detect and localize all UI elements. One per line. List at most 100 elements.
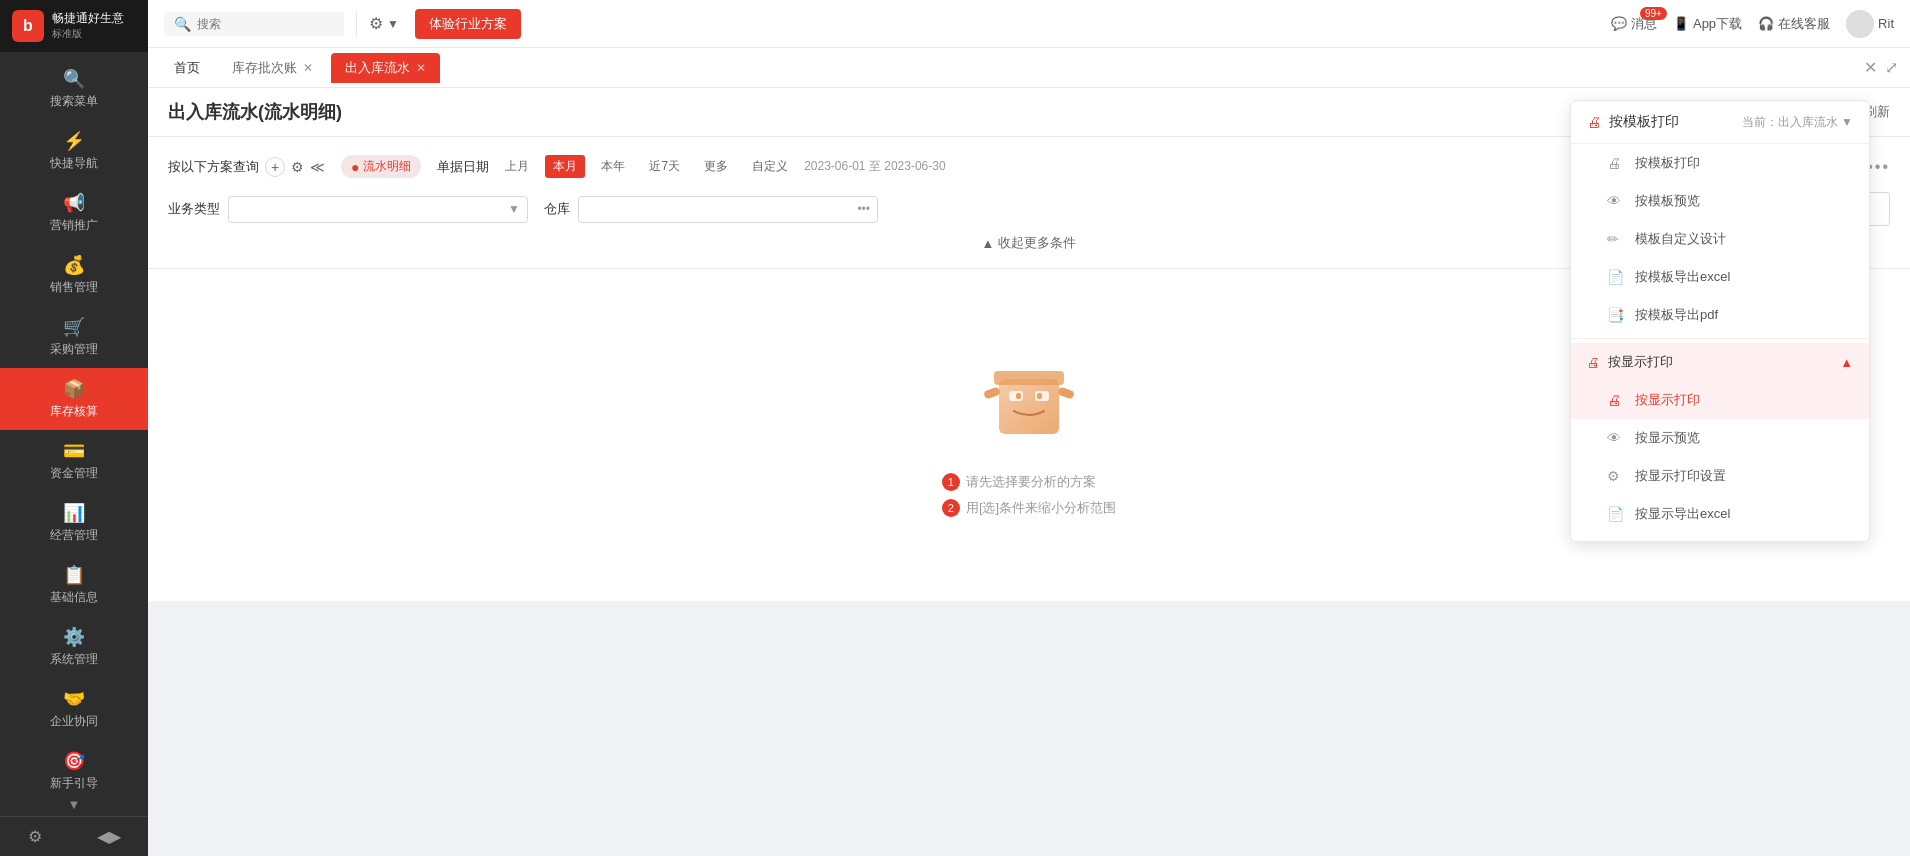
tabbar: 首页 库存批次账 ✕ 出入库流水 ✕ ✕ ⤢ bbox=[148, 48, 1910, 88]
more-date-btn[interactable]: 更多 bbox=[696, 155, 736, 178]
online-service-btn[interactable]: 🎧 在线客服 bbox=[1758, 15, 1830, 33]
svg-rect-4 bbox=[1016, 393, 1021, 399]
collapse-btn[interactable]: ▲ 收起更多条件 bbox=[982, 234, 1077, 252]
system-icon: ⚙️ bbox=[63, 626, 85, 648]
sidebar-footer: ⚙ ◀▶ bbox=[0, 816, 148, 856]
sidebar-item-guide[interactable]: 🎯 新手引导 bbox=[0, 740, 148, 793]
sub-printer-icon: 🖨 bbox=[1607, 155, 1625, 171]
tab-close-inventory-batch[interactable]: ✕ bbox=[303, 61, 313, 75]
dropdown-display-print[interactable]: 🖨 按显示打印 bbox=[1571, 381, 1869, 419]
logo-text: 畅捷通好生意 标准版 bbox=[52, 11, 124, 41]
sidebar-item-quick-nav[interactable]: ⚡ 快捷导航 bbox=[0, 120, 148, 182]
user-avatar-btn[interactable]: Rit bbox=[1846, 10, 1894, 38]
chevron-up-icon2: ▲ bbox=[982, 236, 995, 251]
sidebar-item-operation[interactable]: 📊 经营管理 bbox=[0, 492, 148, 554]
svg-rect-7 bbox=[1057, 387, 1075, 400]
dropdown-display-header[interactable]: 🖨 按显示打印 ▲ bbox=[1571, 343, 1869, 381]
topbar-settings-icon[interactable]: ⚙ bbox=[369, 14, 383, 33]
sidebar-item-search[interactable]: 🔍 搜索菜单 bbox=[0, 58, 148, 120]
tab-home[interactable]: 首页 bbox=[160, 53, 214, 83]
warehouse-dots-icon[interactable]: ••• bbox=[857, 202, 870, 216]
business-type-select[interactable] bbox=[228, 196, 528, 223]
empty-tip-row-1: 1 请先选择要分析的方案 bbox=[942, 469, 1116, 495]
empty-tip: 1 请先选择要分析的方案 2 用[选]条件来缩小分析范围 bbox=[942, 469, 1116, 521]
svg-rect-5 bbox=[1037, 393, 1042, 399]
guide-icon: 🎯 bbox=[63, 750, 85, 772]
message-btn[interactable]: 💬 消息 99+ bbox=[1611, 15, 1657, 33]
chevron-down-icon: ▼ bbox=[1841, 115, 1853, 129]
tab-close-inout-flow[interactable]: ✕ bbox=[416, 61, 426, 75]
current-year-btn[interactable]: 本年 bbox=[593, 155, 633, 178]
custom-date-btn[interactable]: 自定义 bbox=[744, 155, 796, 178]
expand-icon[interactable]: ⤢ bbox=[1885, 58, 1898, 77]
display-sub-printer-icon: 🖨 bbox=[1607, 392, 1625, 408]
collapse-sidebar-icon[interactable]: ◀▶ bbox=[97, 827, 121, 846]
sidebar-item-inventory[interactable]: 📦 库存核算 bbox=[0, 368, 148, 430]
topbar-dropdown-icon[interactable]: ▼ bbox=[387, 17, 399, 31]
sidebar-item-marketing[interactable]: 📢 营销推广 bbox=[0, 182, 148, 244]
filter-settings-icon[interactable]: ⚙ bbox=[291, 159, 304, 175]
settings-icon[interactable]: ⚙ bbox=[28, 827, 42, 846]
topbar-search: 🔍 bbox=[164, 12, 344, 36]
display-sub-preview-icon: 👁 bbox=[1607, 430, 1625, 446]
sidebar-nav: 🔍 搜索菜单 ⚡ 快捷导航 📢 营销推广 💰 销售管理 🛒 采购管理 📦 库存核… bbox=[0, 52, 148, 793]
print-icon: 🖨 bbox=[1587, 114, 1601, 130]
filter-tag: ● 流水明细 bbox=[341, 155, 421, 178]
dropdown-template-header[interactable]: 🖨 按模板打印 当前：出入库流水 ▼ bbox=[1571, 101, 1869, 144]
close-tab-icon[interactable]: ✕ bbox=[1864, 58, 1877, 77]
display-sub-excel-icon: 📄 bbox=[1607, 506, 1625, 522]
display-print-icon: 🖨 bbox=[1587, 355, 1600, 370]
sidebar-item-system[interactable]: ⚙️ 系统管理 bbox=[0, 616, 148, 678]
dropdown-display-settings[interactable]: ⚙ 按显示打印设置 bbox=[1571, 457, 1869, 495]
inventory-icon: 📦 bbox=[63, 378, 85, 400]
tab-inventory-batch[interactable]: 库存批次账 ✕ bbox=[218, 53, 327, 83]
message-icon: 💬 bbox=[1611, 16, 1627, 31]
tabbar-actions: ✕ ⤢ bbox=[1864, 58, 1898, 77]
dropdown-display-export-excel[interactable]: 📄 按显示导出excel bbox=[1571, 495, 1869, 533]
topbar-divider bbox=[356, 12, 357, 36]
svg-rect-1 bbox=[994, 371, 1064, 385]
sidebar-item-cooperation[interactable]: 🤝 企业协同 bbox=[0, 678, 148, 740]
add-filter-btn[interactable]: + bbox=[265, 157, 285, 177]
topbar-right: 💬 消息 99+ 📱 App下载 🎧 在线客服 Rit bbox=[1611, 10, 1894, 38]
empty-tip-row-2: 2 用[选]条件来缩小分析范围 bbox=[942, 495, 1116, 521]
dropdown-template-custom[interactable]: ✏ 模板自定义设计 bbox=[1571, 220, 1869, 258]
date-filter-group: 单据日期 上月 本月 本年 近7天 更多 自定义 2023-06-01 至 20… bbox=[437, 155, 945, 178]
search-input[interactable] bbox=[197, 17, 317, 31]
dropdown-display-export-pdf[interactable]: 📑 按显示导出pdf bbox=[1571, 533, 1869, 541]
page-title: 出入库流水(流水明细) bbox=[168, 100, 342, 124]
sub-edit-icon: ✏ bbox=[1607, 231, 1625, 247]
current-month-btn[interactable]: 本月 bbox=[545, 155, 585, 178]
topbar-search-icon: 🔍 bbox=[174, 16, 191, 32]
sidebar-item-finance[interactable]: 💳 资金管理 bbox=[0, 430, 148, 492]
business-type-group: 业务类型 ▼ bbox=[168, 196, 528, 223]
topbar: 🔍 ⚙ ▼ 体验行业方案 💬 消息 99+ 📱 App下载 🎧 在线客服 Rit bbox=[148, 0, 1910, 48]
dropdown-template-export-excel[interactable]: 📄 按模板导出excel bbox=[1571, 258, 1869, 296]
sub-preview-icon: 👁 bbox=[1607, 193, 1625, 209]
dropdown-template-preview[interactable]: 👁 按模板预览 bbox=[1571, 182, 1869, 220]
prev-month-btn[interactable]: 上月 bbox=[497, 155, 537, 178]
sidebar-item-purchase[interactable]: 🛒 采购管理 bbox=[0, 306, 148, 368]
last-7-days-btn[interactable]: 近7天 bbox=[641, 155, 688, 178]
filter-collapse-icon[interactable]: ≪ bbox=[310, 159, 325, 175]
app-download-btn[interactable]: 📱 App下载 bbox=[1673, 15, 1742, 33]
industry-btn[interactable]: 体验行业方案 bbox=[415, 9, 521, 39]
svg-rect-0 bbox=[999, 379, 1059, 434]
dropdown-display-preview[interactable]: 👁 按显示预览 bbox=[1571, 419, 1869, 457]
voucher-type-more-btn[interactable]: ••• bbox=[1867, 158, 1890, 176]
sidebar-item-sales[interactable]: 💰 销售管理 bbox=[0, 244, 148, 306]
warehouse-group: 仓库 ••• bbox=[544, 196, 878, 223]
marketing-icon: 📢 bbox=[63, 192, 85, 214]
dropdown-template-export-pdf[interactable]: 📑 按模板导出pdf bbox=[1571, 296, 1869, 334]
sidebar-scroll-down[interactable]: ▼ bbox=[0, 793, 148, 816]
sidebar-item-basic[interactable]: 📋 基础信息 bbox=[0, 554, 148, 616]
dropdown-template-print[interactable]: 🖨 按模板打印 bbox=[1571, 144, 1869, 182]
print-dropdown-panel: 🖨 按模板打印 当前：出入库流水 ▼ 🖨 按模板打印 👁 按模板预览 ✏ 模板自… bbox=[1570, 100, 1870, 542]
logo-icon: b bbox=[12, 10, 44, 42]
display-sub-settings-icon: ⚙ bbox=[1607, 468, 1625, 484]
dropdown-header-right: 当前：出入库流水 ▼ bbox=[1742, 114, 1853, 131]
tab-inout-flow[interactable]: 出入库流水 ✕ bbox=[331, 53, 440, 83]
dropdown-header-left: 🖨 按模板打印 bbox=[1587, 113, 1679, 131]
warehouse-input[interactable] bbox=[578, 196, 878, 223]
app-download-icon: 📱 bbox=[1673, 16, 1689, 31]
